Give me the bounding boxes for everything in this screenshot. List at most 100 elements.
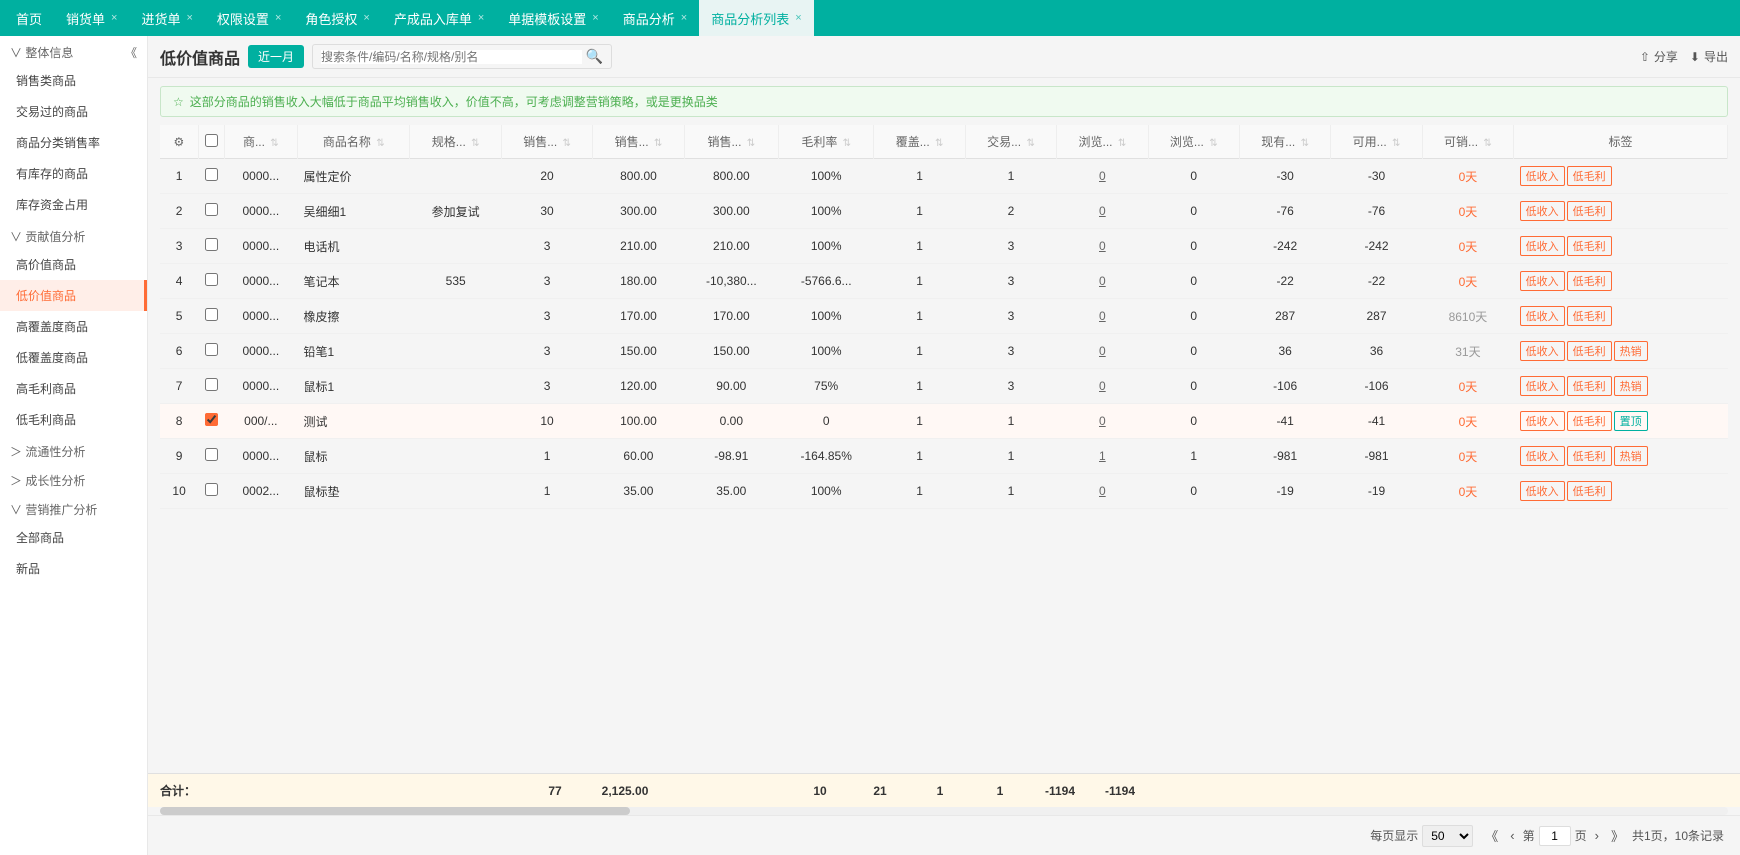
share-button[interactable]: ⇧ 分享 bbox=[1640, 48, 1678, 65]
row-checkbox[interactable] bbox=[205, 483, 218, 496]
cell-spec bbox=[410, 439, 501, 474]
sidebar-item-new-goods[interactable]: 新品 bbox=[0, 553, 147, 584]
sidebar-item-low-coverage[interactable]: 低覆盖度商品 bbox=[0, 342, 147, 373]
close-icon[interactable]: × bbox=[111, 12, 117, 24]
row-checkbox[interactable] bbox=[205, 413, 218, 426]
cell-sale-qty: 1 bbox=[501, 439, 592, 474]
row-checkbox[interactable] bbox=[205, 308, 218, 321]
view1-link[interactable]: 0 bbox=[1099, 169, 1106, 183]
nav-permissions[interactable]: 权限设置 × bbox=[205, 0, 293, 36]
horizontal-scrollbar[interactable] bbox=[160, 807, 1728, 815]
close-icon[interactable]: × bbox=[681, 12, 687, 24]
sidebar-group-contribution: ∨ 贡献值分析 bbox=[0, 220, 147, 249]
sidebar-item-traded-goods[interactable]: 交易过的商品 bbox=[0, 96, 147, 127]
row-checkbox[interactable] bbox=[205, 273, 218, 286]
sidebar-item-in-stock[interactable]: 有库存的商品 bbox=[0, 158, 147, 189]
cell-name: 测试 bbox=[298, 404, 410, 439]
prev-page-button[interactable]: ‹ bbox=[1506, 826, 1518, 845]
col-checkbox bbox=[198, 125, 224, 159]
view1-link[interactable]: 0 bbox=[1099, 414, 1106, 428]
sidebar-item-category-rate[interactable]: 商品分类销售率 bbox=[0, 127, 147, 158]
last-page-button[interactable]: 》 bbox=[1607, 824, 1628, 847]
nav-analysis[interactable]: 商品分析 × bbox=[611, 0, 699, 36]
row-checkbox[interactable] bbox=[205, 378, 218, 391]
sidebar-item-low-profit[interactable]: 低毛利商品 bbox=[0, 404, 147, 435]
cell-num: 10 bbox=[160, 474, 198, 509]
nav-home[interactable]: 首页 bbox=[4, 0, 54, 36]
page-size-select: 每页显示 50 100 200 bbox=[1370, 825, 1473, 847]
sidebar-item-high-coverage[interactable]: 高覆盖度商品 bbox=[0, 311, 147, 342]
page-input[interactable] bbox=[1539, 826, 1571, 846]
nav-analysis-list[interactable]: 商品分析列表 × bbox=[699, 0, 813, 36]
sidebar-item-all-goods[interactable]: 全部商品 bbox=[0, 522, 147, 553]
next-page-button[interactable]: › bbox=[1591, 826, 1603, 845]
cell-name: 笔记本 bbox=[298, 264, 410, 299]
nav-inventory[interactable]: 产成品入库单 × bbox=[382, 0, 496, 36]
sidebar-item-sales-goods[interactable]: 销售类商品 bbox=[0, 65, 147, 96]
view1-link[interactable]: 0 bbox=[1099, 484, 1106, 498]
row-checkbox[interactable] bbox=[205, 238, 218, 251]
close-icon[interactable]: × bbox=[592, 12, 598, 24]
view1-link[interactable]: 0 bbox=[1099, 344, 1106, 358]
cell-current-stock: 287 bbox=[1239, 299, 1330, 334]
sidebar-item-low-value[interactable]: 低价值商品 bbox=[0, 280, 147, 311]
close-icon[interactable]: × bbox=[186, 12, 192, 24]
cell-current-stock: -41 bbox=[1239, 404, 1330, 439]
sidebar-item-high-value[interactable]: 高价值商品 bbox=[0, 249, 147, 280]
cell-sale-amount: 150.00 bbox=[593, 334, 684, 369]
row-checkbox[interactable] bbox=[205, 203, 218, 216]
view1-link[interactable]: 0 bbox=[1099, 239, 1106, 253]
cell-current-stock: -106 bbox=[1239, 369, 1330, 404]
table-row: 8 000/... 测试 10 100.00 0.00 0 1 1 0 0 -4… bbox=[160, 404, 1728, 439]
scrollbar-thumb[interactable] bbox=[160, 807, 630, 815]
tag: 低收入 bbox=[1520, 306, 1565, 326]
cell-sale-qty: 30 bbox=[501, 194, 592, 229]
nav-sales[interactable]: 销货单 × bbox=[54, 0, 129, 36]
nav-roles[interactable]: 角色授权 × bbox=[293, 0, 381, 36]
search-input[interactable] bbox=[321, 50, 582, 64]
sidebar-item-high-profit[interactable]: 高毛利商品 bbox=[0, 373, 147, 404]
cell-current-stock: -76 bbox=[1239, 194, 1330, 229]
row-checkbox[interactable] bbox=[205, 343, 218, 356]
cell-name: 橡皮擦 bbox=[298, 299, 410, 334]
close-icon[interactable]: × bbox=[363, 12, 369, 24]
cell-trade: 3 bbox=[965, 369, 1056, 404]
cell-sale-amount: 35.00 bbox=[593, 474, 684, 509]
export-button[interactable]: ⬇ 导出 bbox=[1690, 48, 1728, 65]
collapse-icon[interactable]: 《 bbox=[125, 44, 137, 61]
cell-profit-rate: 100% bbox=[779, 159, 874, 194]
close-icon[interactable]: × bbox=[795, 12, 801, 24]
nav-purchase[interactable]: 进货单 × bbox=[129, 0, 204, 36]
first-page-button[interactable]: 《 bbox=[1481, 824, 1502, 847]
view1-link[interactable]: 0 bbox=[1099, 274, 1106, 288]
cell-trade: 1 bbox=[965, 474, 1056, 509]
cell-available: -30 bbox=[1331, 159, 1422, 194]
cell-coverage: 1 bbox=[874, 369, 965, 404]
cell-profit-rate: 0 bbox=[779, 404, 874, 439]
row-checkbox[interactable] bbox=[205, 168, 218, 181]
sidebar-item-stock-capital[interactable]: 库存资金占用 bbox=[0, 189, 147, 220]
cell-sale-amount: 100.00 bbox=[593, 404, 684, 439]
cell-tags: 低收入低毛利置顶 bbox=[1514, 404, 1728, 439]
view1-link[interactable]: 0 bbox=[1099, 204, 1106, 218]
filter-button[interactable]: 近一月 bbox=[248, 45, 304, 68]
tag: 低收入 bbox=[1520, 376, 1565, 396]
cell-view1: 0 bbox=[1057, 404, 1148, 439]
cell-code: 0000... bbox=[224, 369, 297, 404]
close-icon[interactable]: × bbox=[275, 12, 281, 24]
col-settings[interactable]: ⚙ bbox=[160, 125, 198, 159]
cell-available: 36 bbox=[1331, 334, 1422, 369]
cell-sale-profit: 150.00 bbox=[684, 334, 778, 369]
tag: 低收入 bbox=[1520, 166, 1565, 186]
view1-link[interactable]: 0 bbox=[1099, 379, 1106, 393]
page-size-dropdown[interactable]: 50 100 200 bbox=[1422, 825, 1473, 847]
view1-link[interactable]: 1 bbox=[1099, 449, 1106, 463]
nav-template[interactable]: 单据模板设置 × bbox=[496, 0, 610, 36]
cell-name: 鼠标 bbox=[298, 439, 410, 474]
view1-link[interactable]: 0 bbox=[1099, 309, 1106, 323]
table-footer: 合计： 77 2,125.00 10 21 1 1 -1194 -1194 bbox=[148, 773, 1740, 807]
close-icon[interactable]: × bbox=[478, 12, 484, 24]
row-checkbox[interactable] bbox=[205, 448, 218, 461]
col-sellable: 可销... ⇅ bbox=[1422, 125, 1513, 159]
select-all-checkbox[interactable] bbox=[205, 134, 218, 147]
